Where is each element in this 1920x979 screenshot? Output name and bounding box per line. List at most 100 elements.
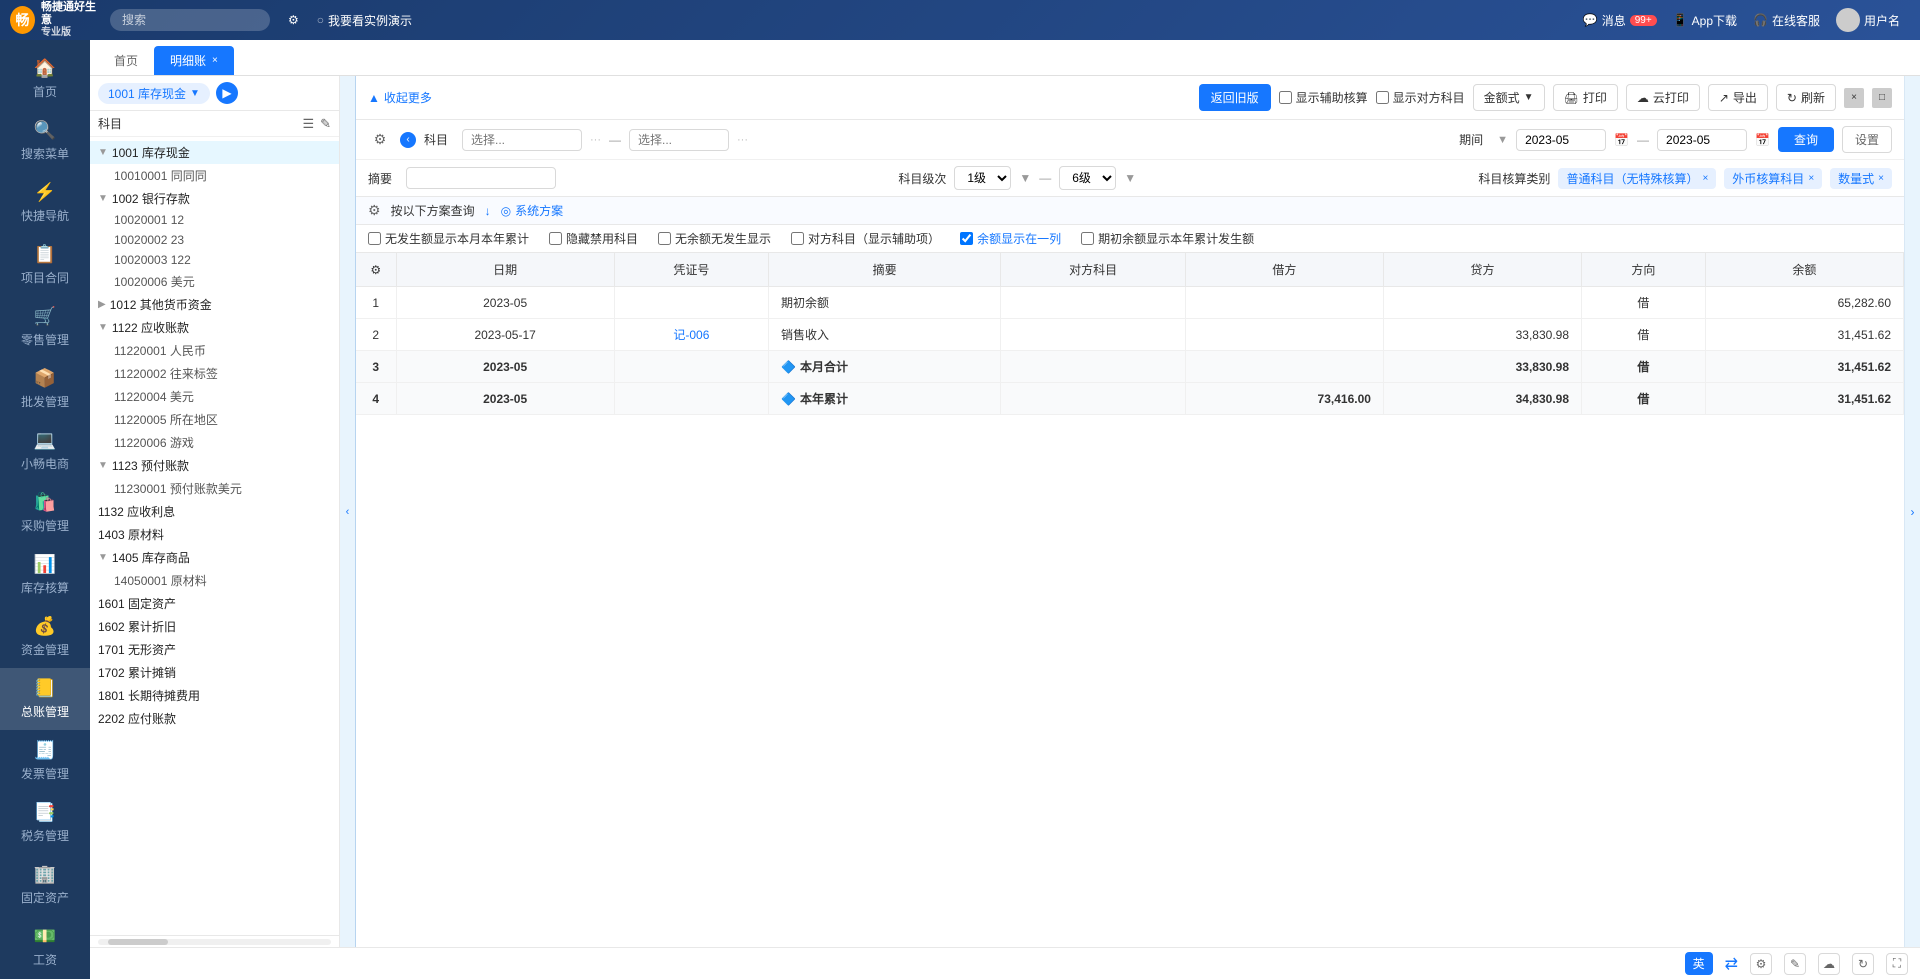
show-opposite-input[interactable] [1376, 91, 1389, 104]
show-aux-input[interactable] [1279, 91, 1292, 104]
period-to-input[interactable] [1657, 129, 1747, 151]
tree-horizontal-scrollbar[interactable] [98, 939, 331, 945]
tree-node-1702[interactable]: 1702 累计摊销 [90, 661, 339, 684]
tree-node-10020003[interactable]: 10020003 122 [90, 250, 339, 270]
checkbox-hide-disabled-input[interactable] [549, 232, 562, 245]
sidebar-item-general-ledger[interactable]: 📒 总账管理 [0, 668, 90, 730]
print-btn[interactable]: 🖨 打印 [1553, 84, 1618, 111]
sidebar-item-inventory[interactable]: 📊 库存核算 [0, 544, 90, 606]
user-menu[interactable]: 用户名 [1836, 8, 1900, 32]
checkbox-show-ytd[interactable]: 期初余额显示本年累计发生额 [1081, 230, 1254, 247]
show-opposite-checkbox[interactable]: 显示对方科目 [1376, 89, 1465, 106]
message-btn[interactable]: 💬 消息 99+ [1583, 12, 1657, 29]
app-download-btn[interactable]: 📱 App下载 [1673, 12, 1737, 29]
checkbox-balance-single-col-input[interactable] [960, 232, 973, 245]
lang-btn[interactable]: 英 [1685, 952, 1713, 975]
tree-edit-icon[interactable]: ✎ [320, 116, 331, 132]
filter-tag-quantity[interactable]: 数量式 × [1830, 168, 1892, 189]
sidebar-item-tax[interactable]: 📑 税务管理 [0, 792, 90, 854]
summary-input[interactable] [406, 167, 556, 189]
voucher-link-2[interactable]: 记-006 [673, 328, 709, 342]
period-from-input[interactable] [1516, 129, 1606, 151]
checkbox-no-balance[interactable]: 无余额无发生显示 [658, 230, 771, 247]
filter-tag-quantity-close[interactable]: × [1878, 173, 1884, 184]
tree-node-1122[interactable]: ▼ 1122 应收账款 [90, 316, 339, 339]
settings-btn-filter[interactable]: 设置 [1842, 126, 1892, 153]
return-old-btn[interactable]: 返回旧版 [1199, 84, 1271, 111]
filter-tag-normal[interactable]: 普通科目（无特殊核算） × [1558, 168, 1716, 189]
sidebar-item-quicknav[interactable]: ⚡ 快捷导航 [0, 172, 90, 234]
tree-collapse-btn[interactable]: ‹ [340, 76, 356, 947]
tree-node-2202[interactable]: 2202 应付账款 [90, 707, 339, 730]
cloud-print-btn[interactable]: ☁ 云打印 [1626, 84, 1700, 111]
checkbox-balance-single-col[interactable]: 余额显示在一列 [960, 230, 1061, 247]
filter-left-arrow-btn[interactable]: ‹ [400, 132, 416, 148]
tree-node-11220005[interactable]: 11220005 所在地区 [90, 408, 339, 431]
tab-detail-close[interactable]: × [212, 55, 218, 66]
filter-tag-normal-close[interactable]: × [1702, 173, 1708, 184]
current-account-tag[interactable]: 1001 库存现金 ▼ [98, 83, 210, 104]
tree-node-10020006[interactable]: 10020006 美元 [90, 270, 339, 293]
search-input[interactable] [110, 9, 270, 31]
tree-nav-next-btn[interactable]: ▶ [216, 82, 238, 104]
export-btn[interactable]: ↗ 导出 [1708, 84, 1768, 111]
sidebar-item-fixed-assets[interactable]: 🏢 固定资产 [0, 854, 90, 916]
sidebar-item-capital[interactable]: 💰 资金管理 [0, 606, 90, 668]
tree-node-11230001[interactable]: 11230001 预付账款美元 [90, 477, 339, 500]
query-settings-icon[interactable]: ⚙ [368, 202, 381, 219]
refresh-btn[interactable]: ↻ 刷新 [1776, 84, 1836, 111]
status-settings-btn[interactable]: ⚙ [1750, 953, 1772, 975]
tab-detail[interactable]: 明细账 × [154, 46, 234, 75]
tree-list-icon[interactable]: ☰ [302, 116, 314, 132]
tree-node-11220002[interactable]: 11220002 往来标签 [90, 362, 339, 385]
checkbox-no-balance-input[interactable] [658, 232, 671, 245]
subject-input[interactable] [462, 129, 582, 151]
query-btn[interactable]: 查询 [1778, 127, 1834, 152]
tree-node-1132[interactable]: 1132 应收利息 [90, 500, 339, 523]
status-fullscreen-btn[interactable]: ⛶ [1886, 953, 1908, 975]
demo-link[interactable]: ○ 我要看实例演示 [317, 12, 412, 29]
subject-input-2[interactable] [629, 129, 729, 151]
sidebar-item-invoice[interactable]: 🧾 发票管理 [0, 730, 90, 792]
level-to-select[interactable]: 6级 [1059, 166, 1116, 190]
filter-tag-foreign-close[interactable]: × [1808, 173, 1814, 184]
tree-node-1012[interactable]: ▶ 1012 其他货币资金 [90, 293, 339, 316]
tree-node-10020001[interactable]: 10020001 12 [90, 210, 339, 230]
cell-voucher-2[interactable]: 记-006 [614, 319, 768, 351]
level-from-select[interactable]: 1级 [954, 166, 1011, 190]
collapse-more-btn[interactable]: ▲ 收起更多 [368, 89, 432, 106]
sidebar-item-home[interactable]: 🏠 首页 [0, 48, 90, 110]
period-cal-icon-1[interactable]: 📅 [1614, 133, 1629, 147]
tree-node-1403[interactable]: 1403 原材料 [90, 523, 339, 546]
sidebar-item-project[interactable]: 📋 项目合同 [0, 234, 90, 296]
checkbox-show-opposite-input[interactable] [791, 232, 804, 245]
status-refresh-btn[interactable]: ↻ [1852, 953, 1874, 975]
tree-node-1001[interactable]: ▼ 1001 库存现金 [90, 141, 339, 164]
tree-node-1123[interactable]: ▼ 1123 预付账款 [90, 454, 339, 477]
query-expand-icon[interactable]: ↓ [485, 204, 491, 218]
tree-node-11220006[interactable]: 11220006 游戏 [90, 431, 339, 454]
tree-node-10020002[interactable]: 10020002 23 [90, 230, 339, 250]
filter-settings-icon-btn[interactable]: ⚙ [368, 128, 392, 152]
gear-col-icon[interactable]: ⚙ [370, 263, 381, 277]
show-aux-checkbox[interactable]: 显示辅助核算 [1279, 89, 1368, 106]
sidebar-item-purchase[interactable]: 🛍️ 采购管理 [0, 482, 90, 544]
maximize-panel-btn[interactable]: □ [1872, 88, 1892, 108]
tree-node-1601[interactable]: 1601 固定资产 [90, 592, 339, 615]
period-cal-icon-2[interactable]: 📅 [1755, 133, 1770, 147]
right-collapse-btn[interactable]: › [1904, 76, 1920, 947]
sidebar-item-salary[interactable]: 💵 工资 [0, 916, 90, 978]
checkbox-no-activity-input[interactable] [368, 232, 381, 245]
online-service-btn[interactable]: 🎧 在线客服 [1753, 12, 1820, 29]
filter-tag-foreign[interactable]: 外币核算科目 × [1724, 168, 1822, 189]
tree-node-1002[interactable]: ▼ 1002 银行存款 [90, 187, 339, 210]
tree-node-11220001[interactable]: 11220001 人民币 [90, 339, 339, 362]
sidebar-item-ecommerce[interactable]: 💻 小畅电商 [0, 420, 90, 482]
sidebar-item-wholesale[interactable]: 📦 批发管理 [0, 358, 90, 420]
tree-node-14050001[interactable]: 14050001 原材料 [90, 569, 339, 592]
sidebar-item-search[interactable]: 🔍 搜索菜单 [0, 110, 90, 172]
checkbox-show-ytd-input[interactable] [1081, 232, 1094, 245]
status-edit-btn[interactable]: ✎ [1784, 953, 1806, 975]
sidebar-item-retail[interactable]: 🛒 零售管理 [0, 296, 90, 358]
settings-btn[interactable]: ⚙ [280, 9, 307, 31]
